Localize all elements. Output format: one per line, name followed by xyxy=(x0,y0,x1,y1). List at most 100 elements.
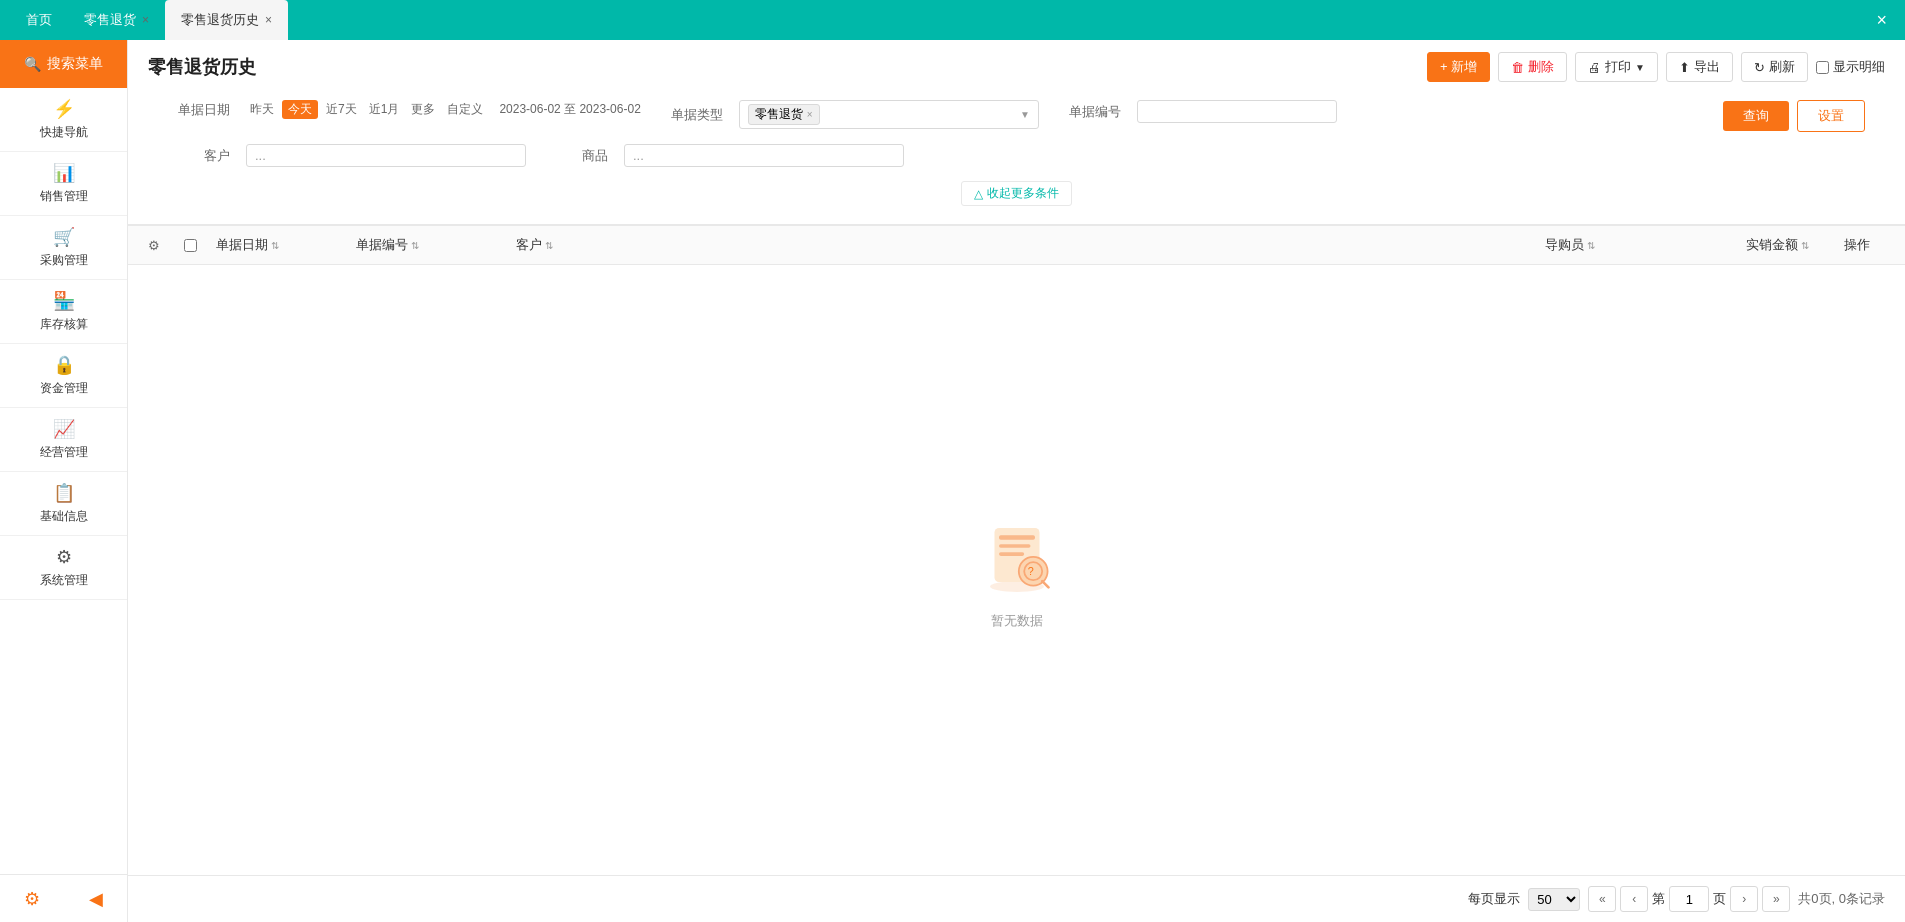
next-page-button[interactable]: › xyxy=(1730,886,1758,912)
export-button[interactable]: ⬆ 导出 xyxy=(1666,52,1733,82)
filter-row-2: 客户 ... 商品 ... xyxy=(148,138,1885,173)
print-dropdown-icon: ▼ xyxy=(1635,62,1645,73)
date-opt-custom[interactable]: 自定义 xyxy=(443,100,487,119)
page-unit: 页 xyxy=(1713,890,1726,908)
prev-page-button[interactable]: ‹ xyxy=(1620,886,1648,912)
type-select-arrow-icon: ▼ xyxy=(1020,109,1030,120)
page-label: 第 xyxy=(1652,890,1665,908)
svg-rect-4 xyxy=(999,552,1024,556)
collapse-sidebar-icon[interactable]: ◀ xyxy=(89,888,103,910)
table-select-all[interactable] xyxy=(172,239,208,252)
print-icon: 🖨 xyxy=(1588,60,1601,75)
date-opt-1month[interactable]: 近1月 xyxy=(365,100,404,119)
sidebar: 🔍 搜索菜单 ⚡ 快捷导航 📊 销售管理 🛒 采购管理 🏪 库存核算 🔒 资金管… xyxy=(0,40,128,922)
no-filter-input[interactable] xyxy=(1137,100,1337,123)
system-icon: ⚙ xyxy=(56,546,72,568)
select-all-checkbox[interactable] xyxy=(184,239,197,252)
type-tag-close[interactable]: × xyxy=(807,109,813,120)
refresh-icon: ↻ xyxy=(1754,60,1765,75)
type-filter-select[interactable]: 零售退货 × ▼ xyxy=(739,100,1039,129)
goods-filter-label: 商品 xyxy=(546,147,616,165)
tab-retail-return[interactable]: 零售退货 × xyxy=(68,0,165,40)
date-options: 昨天 今天 近7天 近1月 更多 自定义 xyxy=(246,100,487,119)
page-input[interactable] xyxy=(1669,886,1709,912)
sort-guide-icon: ⇅ xyxy=(1587,240,1595,251)
customer-filter-label: 客户 xyxy=(168,147,238,165)
table-area: ⚙ 单据日期 ⇅ 单据编号 ⇅ 客户 ⇅ 导购员 ⇅ xyxy=(128,225,1905,922)
export-icon: ⬆ xyxy=(1679,60,1690,75)
type-tag: 零售退货 × xyxy=(748,104,820,125)
page-title-row: 零售退货历史 + 新增 🗑 删除 🖨 打印 ▼ ⬆ 导出 xyxy=(148,52,1885,82)
sidebar-item-quick-nav[interactable]: ⚡ 快捷导航 xyxy=(0,88,127,152)
page-title: 零售退货历史 xyxy=(148,55,256,79)
set-button[interactable]: 设置 xyxy=(1797,100,1865,132)
ops-icon: 📈 xyxy=(53,418,75,440)
goods-filter-input[interactable]: ... xyxy=(624,144,904,167)
show-detail-input[interactable] xyxy=(1816,61,1829,74)
inventory-icon: 🏪 xyxy=(53,290,75,312)
quick-nav-icon: ⚡ xyxy=(53,98,75,120)
table-header: ⚙ 单据日期 ⇅ 单据编号 ⇅ 客户 ⇅ 导购员 ⇅ xyxy=(128,225,1905,265)
date-opt-today[interactable]: 今天 xyxy=(282,100,318,119)
th-amount[interactable]: 实销金额 ⇅ xyxy=(1697,236,1817,254)
close-window-button[interactable]: × xyxy=(1868,10,1895,31)
th-customer[interactable]: 客户 ⇅ xyxy=(508,236,1537,254)
last-page-button[interactable]: » xyxy=(1762,886,1790,912)
tab-home[interactable]: 首页 xyxy=(10,0,68,40)
search-icon: 🔍 xyxy=(24,56,41,72)
customer-filter-input[interactable]: ... xyxy=(246,144,526,167)
per-page-label: 每页显示 xyxy=(1468,890,1520,908)
per-page-select[interactable]: 20 50 100 200 xyxy=(1528,888,1580,911)
customer-filter-group: 客户 ... xyxy=(168,144,526,167)
settings-bottom-icon[interactable]: ⚙ xyxy=(24,888,40,910)
sidebar-item-inventory-calc[interactable]: 🏪 库存核算 xyxy=(0,280,127,344)
toolbar: + 新增 🗑 删除 🖨 打印 ▼ ⬆ 导出 ↻ xyxy=(1427,52,1885,82)
empty-state: ? 暂无数据 xyxy=(128,265,1905,875)
sidebar-bottom: ⚙ ◀ xyxy=(0,874,127,922)
page-nav: « ‹ 第 页 › » xyxy=(1588,886,1790,912)
th-guide[interactable]: 导购员 ⇅ xyxy=(1537,236,1697,254)
tab-retail-return-history[interactable]: 零售退货历史 × xyxy=(165,0,288,40)
close-tab-retail-return-history[interactable]: × xyxy=(265,13,272,27)
new-button[interactable]: + 新增 xyxy=(1427,52,1490,82)
delete-icon: 🗑 xyxy=(1511,60,1524,75)
close-tab-retail-return[interactable]: × xyxy=(142,13,149,27)
th-no[interactable]: 单据编号 ⇅ xyxy=(348,236,508,254)
first-page-button[interactable]: « xyxy=(1588,886,1616,912)
show-detail-checkbox[interactable]: 显示明细 xyxy=(1816,58,1885,76)
sidebar-item-system-mgmt[interactable]: ⚙ 系统管理 xyxy=(0,536,127,600)
finance-icon: 🔒 xyxy=(53,354,75,376)
sidebar-item-purchase-mgmt[interactable]: 🛒 采购管理 xyxy=(0,216,127,280)
th-date[interactable]: 单据日期 ⇅ xyxy=(208,236,348,254)
date-opt-yesterday[interactable]: 昨天 xyxy=(246,100,278,119)
delete-button[interactable]: 🗑 删除 xyxy=(1498,52,1567,82)
date-opt-more[interactable]: 更多 xyxy=(407,100,439,119)
table-settings-icon[interactable]: ⚙ xyxy=(136,238,172,253)
sidebar-item-sales-mgmt[interactable]: 📊 销售管理 xyxy=(0,152,127,216)
svg-rect-2 xyxy=(999,535,1035,540)
collapse-button[interactable]: △ 收起更多条件 xyxy=(961,181,1072,206)
sidebar-item-ops-mgmt[interactable]: 📈 经营管理 xyxy=(0,408,127,472)
purchase-icon: 🛒 xyxy=(53,226,75,248)
print-button[interactable]: 🖨 打印 ▼ xyxy=(1575,52,1658,82)
sidebar-search[interactable]: 🔍 搜索菜单 xyxy=(0,40,127,88)
refresh-button[interactable]: ↻ 刷新 xyxy=(1741,52,1808,82)
type-filter-label: 单据类型 xyxy=(661,106,731,124)
sort-no-icon: ⇅ xyxy=(411,240,419,251)
collapse-icon: △ xyxy=(974,187,983,201)
sidebar-item-basic-info[interactable]: 📋 基础信息 xyxy=(0,472,127,536)
sales-icon: 📊 xyxy=(53,162,75,184)
svg-text:?: ? xyxy=(1027,565,1033,577)
main-content: 零售退货历史 + 新增 🗑 删除 🖨 打印 ▼ ⬆ 导出 xyxy=(128,40,1905,922)
sidebar-item-finance-mgmt[interactable]: 🔒 资金管理 xyxy=(0,344,127,408)
basic-info-icon: 📋 xyxy=(53,482,75,504)
type-filter-group: 单据类型 零售退货 × ▼ xyxy=(661,100,1039,129)
total-text: 共0页, 0条记录 xyxy=(1798,890,1885,908)
date-opt-7days[interactable]: 近7天 xyxy=(322,100,361,119)
query-button[interactable]: 查询 xyxy=(1723,101,1789,131)
pagination-bar: 每页显示 20 50 100 200 « ‹ 第 页 › » 共0页, 0条记录 xyxy=(128,875,1905,922)
sort-date-icon: ⇅ xyxy=(271,240,279,251)
top-bar: 首页 零售退货 × 零售退货历史 × × xyxy=(0,0,1905,40)
date-range-display: 2023-06-02 至 2023-06-02 xyxy=(499,101,640,118)
sort-amount-icon: ⇅ xyxy=(1801,240,1809,251)
